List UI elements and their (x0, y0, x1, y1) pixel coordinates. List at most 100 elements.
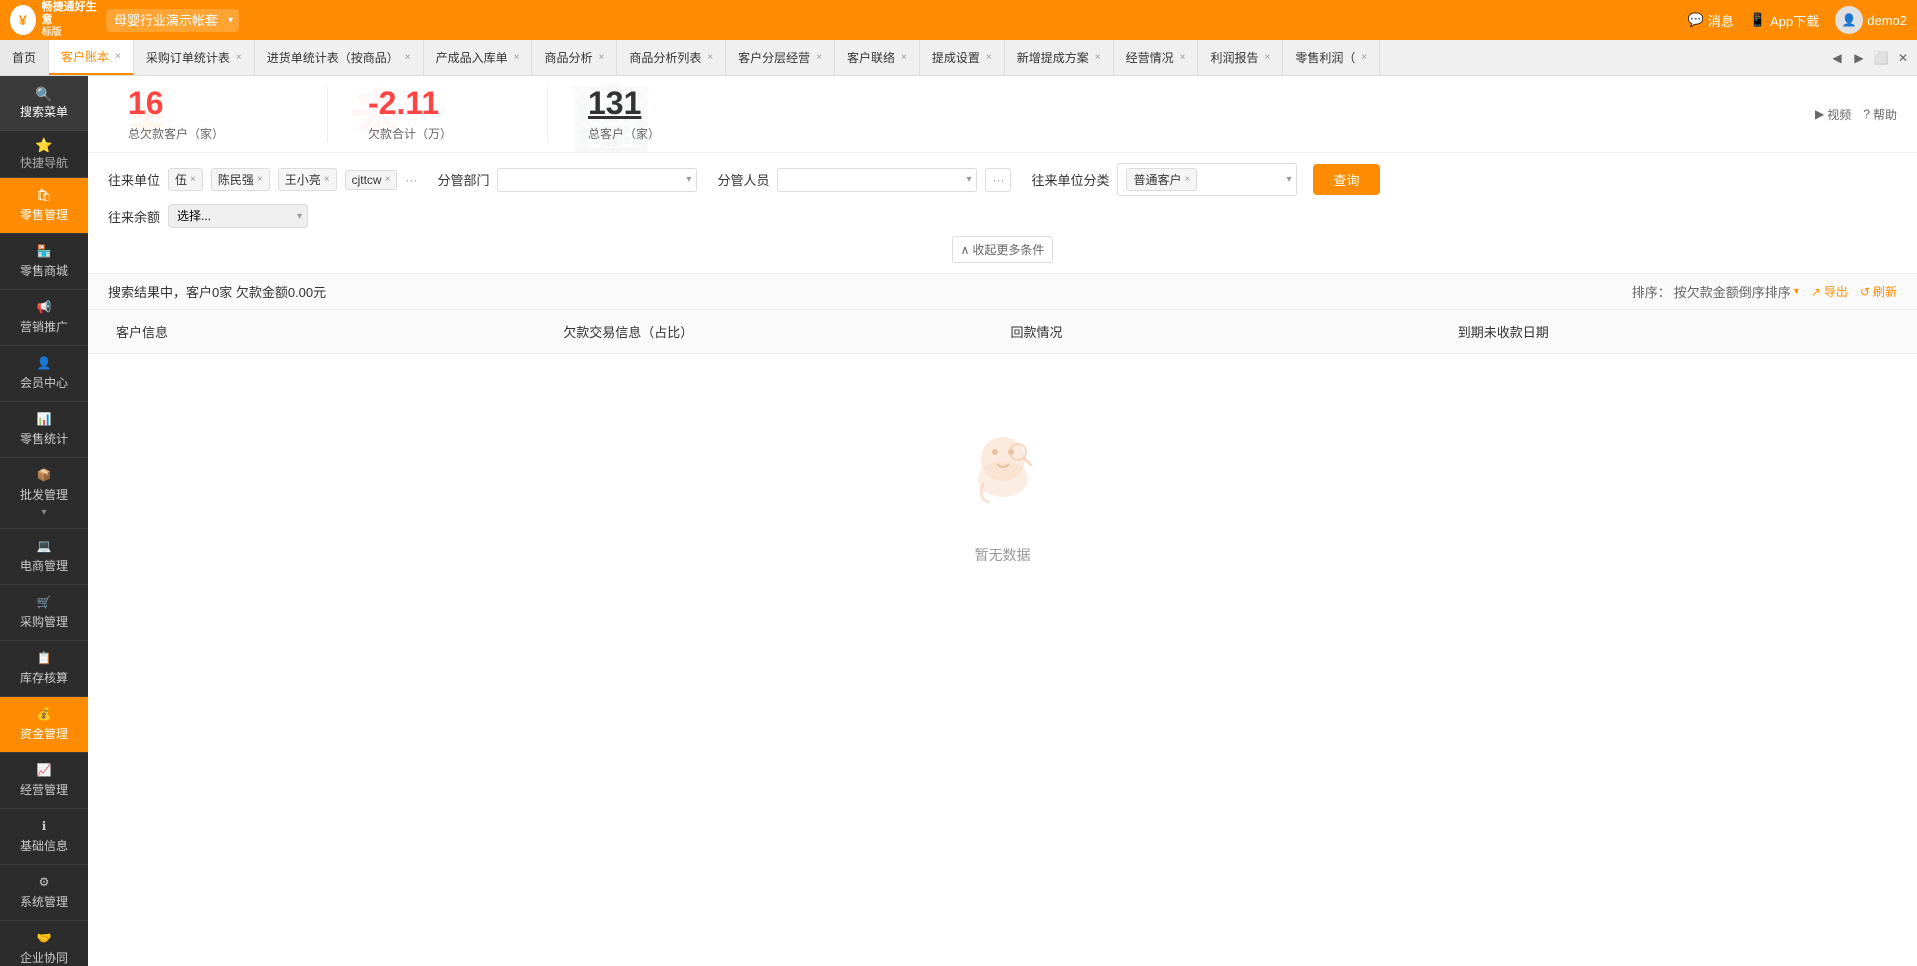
result-row: 搜索结果中，客户0家 欠款金额0.00元 排序： 按欠款金额倒序排序 ▾ ↗ 导… (88, 274, 1917, 310)
sidebar-item-wholesale[interactable]: 📦 批发管理 ▾ (0, 458, 88, 529)
tab-product-analysis[interactable]: 商品分析 × (532, 40, 617, 75)
sidebar-item-retail-mall-label: 零售商城 (20, 262, 68, 279)
app-name: 畅捷通好生意 (42, 1, 98, 27)
dept-select[interactable] (497, 168, 697, 192)
remaining-select[interactable]: 选择... (168, 204, 308, 228)
customer-type-close[interactable]: × (1185, 174, 1191, 185)
tab-scroll-right[interactable]: ▶ (1849, 48, 1869, 68)
stat-block-total-customers: 🏢 131 总客户（家） (548, 86, 768, 142)
tab-retail-profit-close[interactable]: × (1361, 52, 1367, 63)
tab-inbound-stats-label: 进货单统计表（按商品） (267, 49, 399, 66)
filter-tag-wu-close[interactable]: × (190, 174, 196, 185)
user-area[interactable]: 👤 demo2 (1835, 6, 1907, 34)
tab-inbound-stats-close[interactable]: × (405, 52, 411, 63)
tab-profit-report-close[interactable]: × (1264, 52, 1270, 63)
sidebar-item-inventory[interactable]: 📋 库存核算 (0, 641, 88, 697)
sidebar-item-purchase[interactable]: 🛒 采购管理 (0, 585, 88, 641)
sidebar-item-enterprise[interactable]: 🤝 企业协同 (0, 921, 88, 966)
tab-purchase-stats[interactable]: 采购订单统计表 × (134, 40, 255, 75)
filter-tag-wu-text: 伍 (175, 171, 187, 188)
tab-profit-report[interactable]: 利润报告 × (1198, 40, 1283, 75)
query-button[interactable]: 查询 (1313, 164, 1379, 195)
sidebar-item-retail-stats[interactable]: 📊 零售统计 (0, 402, 88, 458)
sidebar-quick-nav[interactable]: ⭐ 快捷导航 (0, 131, 88, 178)
sidebar-search[interactable]: 🔍 搜索菜单 (0, 76, 88, 131)
sort-arrow-icon: ▾ (1794, 286, 1799, 297)
tab-customer-tier[interactable]: 客户分层经营 × (726, 40, 835, 75)
sidebar-item-operations[interactable]: 📈 经营管理 (0, 753, 88, 809)
sidebar-item-retail-mall[interactable]: 🏪 零售商城 (0, 234, 88, 290)
filter-more-tags[interactable]: ··· (405, 173, 417, 187)
video-link[interactable]: ▶ 视频 (1815, 106, 1851, 123)
total-customers-value: 131 (588, 86, 660, 121)
tab-maximize[interactable]: ⬜ (1871, 48, 1891, 68)
tab-customer-ledger-close[interactable]: × (115, 51, 121, 62)
customer-type-text: 普通客户 (1133, 171, 1181, 188)
tab-commission-settings-close[interactable]: × (986, 52, 992, 63)
operations-icon: 📈 (37, 763, 52, 777)
export-button[interactable]: ↗ 导出 (1811, 283, 1848, 300)
sidebar-item-ecommerce[interactable]: 💻 电商管理 (0, 529, 88, 585)
sort-label: 排序： (1632, 282, 1671, 301)
refresh-button[interactable]: ↺ 刷新 (1860, 283, 1897, 300)
person-input[interactable] (777, 168, 977, 192)
tab-product-inbound[interactable]: 产成品入库单 × (424, 40, 533, 75)
tab-purchase-stats-label: 采购订单统计表 (146, 49, 230, 66)
unit-type-display[interactable]: 普通客户 × (1117, 163, 1297, 196)
tab-add-commission-close[interactable]: × (1095, 52, 1101, 63)
collapse-button[interactable]: ∧ 收起更多条件 (952, 236, 1054, 263)
filter-tag-wu: 伍 × (168, 168, 203, 191)
tab-inbound-stats[interactable]: 进货单统计表（按商品） × (255, 40, 424, 75)
filter-tag-chen-close[interactable]: × (257, 174, 263, 185)
membership-icon: 👤 (37, 356, 52, 370)
sidebar-item-basic-info[interactable]: ℹ 基础信息 (0, 809, 88, 865)
app-download-btn[interactable]: 📱 App下载 (1750, 11, 1819, 30)
messages-btn[interactable]: 💬 消息 (1688, 11, 1734, 30)
tab-customer-contact[interactable]: 客户联络 × (835, 40, 920, 75)
tab-customer-ledger[interactable]: 客户账本 × (49, 40, 134, 75)
tab-scroll-left[interactable]: ◀ (1827, 48, 1847, 68)
top-header: ¥ 畅捷通好生意 标版 母婴行业演示帐套 💬 消息 📱 App下载 👤 demo… (0, 0, 1917, 40)
filter-tag-cj-close[interactable]: × (385, 174, 391, 185)
tab-product-inbound-close[interactable]: × (514, 52, 520, 63)
empty-state: 暂无数据 (88, 354, 1917, 625)
nav-icon: ⭐ (6, 137, 82, 154)
sort-button[interactable]: 排序： 按欠款金额倒序排序 ▾ (1632, 282, 1799, 301)
sidebar-item-retail-label: 零售管理 (20, 206, 68, 223)
tab-retail-profit[interactable]: 零售利润（ × (1283, 40, 1380, 75)
tab-operations-close[interactable]: × (1180, 52, 1186, 63)
refresh-label: 刷新 (1873, 283, 1897, 300)
filter-row-2: 往来余额 选择... (108, 204, 1897, 228)
tab-product-analysis-close[interactable]: × (598, 52, 604, 63)
sidebar-item-marketing[interactable]: 📢 营销推广 (0, 290, 88, 346)
tab-operations[interactable]: 经营情况 × (1114, 40, 1199, 75)
tab-add-commission[interactable]: 新增提成方案 × (1005, 40, 1114, 75)
sidebar-item-finance[interactable]: 💰 资金管理 (0, 697, 88, 753)
sidebar-item-retail-management[interactable]: 🛍 零售管理 (0, 178, 88, 234)
filter-tag-wang-close[interactable]: × (324, 174, 330, 185)
person-label: 分管人员 (717, 170, 769, 189)
company-selector-wrap[interactable]: 母婴行业演示帐套 (106, 9, 239, 32)
tab-home-label: 首页 (12, 49, 36, 66)
tab-purchase-stats-close[interactable]: × (236, 52, 242, 63)
sidebar-item-membership[interactable]: 👤 会员中心 (0, 346, 88, 402)
unit-label: 往来单位 (108, 170, 160, 189)
company-selector[interactable]: 母婴行业演示帐套 (106, 9, 239, 32)
dept-select-wrap (497, 168, 697, 192)
tab-product-analysis-list[interactable]: 商品分析列表 × (617, 40, 726, 75)
sidebar-item-system[interactable]: ⚙ 系统管理 (0, 865, 88, 921)
stat-block-debt-customers: ¥ 16 总欠款客户（家） (108, 86, 328, 142)
tab-product-analysis-list-close[interactable]: × (707, 52, 713, 63)
th-due-date: 到期未收款日期 (1450, 310, 1897, 353)
help-link[interactable]: ? 帮助 (1863, 106, 1897, 123)
tab-customer-tier-close[interactable]: × (816, 52, 822, 63)
person-dots[interactable]: ··· (985, 168, 1011, 192)
tab-home[interactable]: 首页 (0, 40, 49, 75)
stat-block-debt-total: ❋ -2.11 欠款合计（万） (328, 86, 548, 142)
customer-type-tag: 普通客户 × (1126, 168, 1197, 191)
search-icon: 🔍 (6, 86, 82, 103)
tab-commission-settings[interactable]: 提成设置 × (920, 40, 1005, 75)
tab-close-all[interactable]: ✕ (1893, 48, 1913, 68)
tab-customer-contact-close[interactable]: × (901, 52, 907, 63)
table-area: 客户信息 欠款交易信息（占比） 回款情况 到期未收款日期 (88, 310, 1917, 966)
